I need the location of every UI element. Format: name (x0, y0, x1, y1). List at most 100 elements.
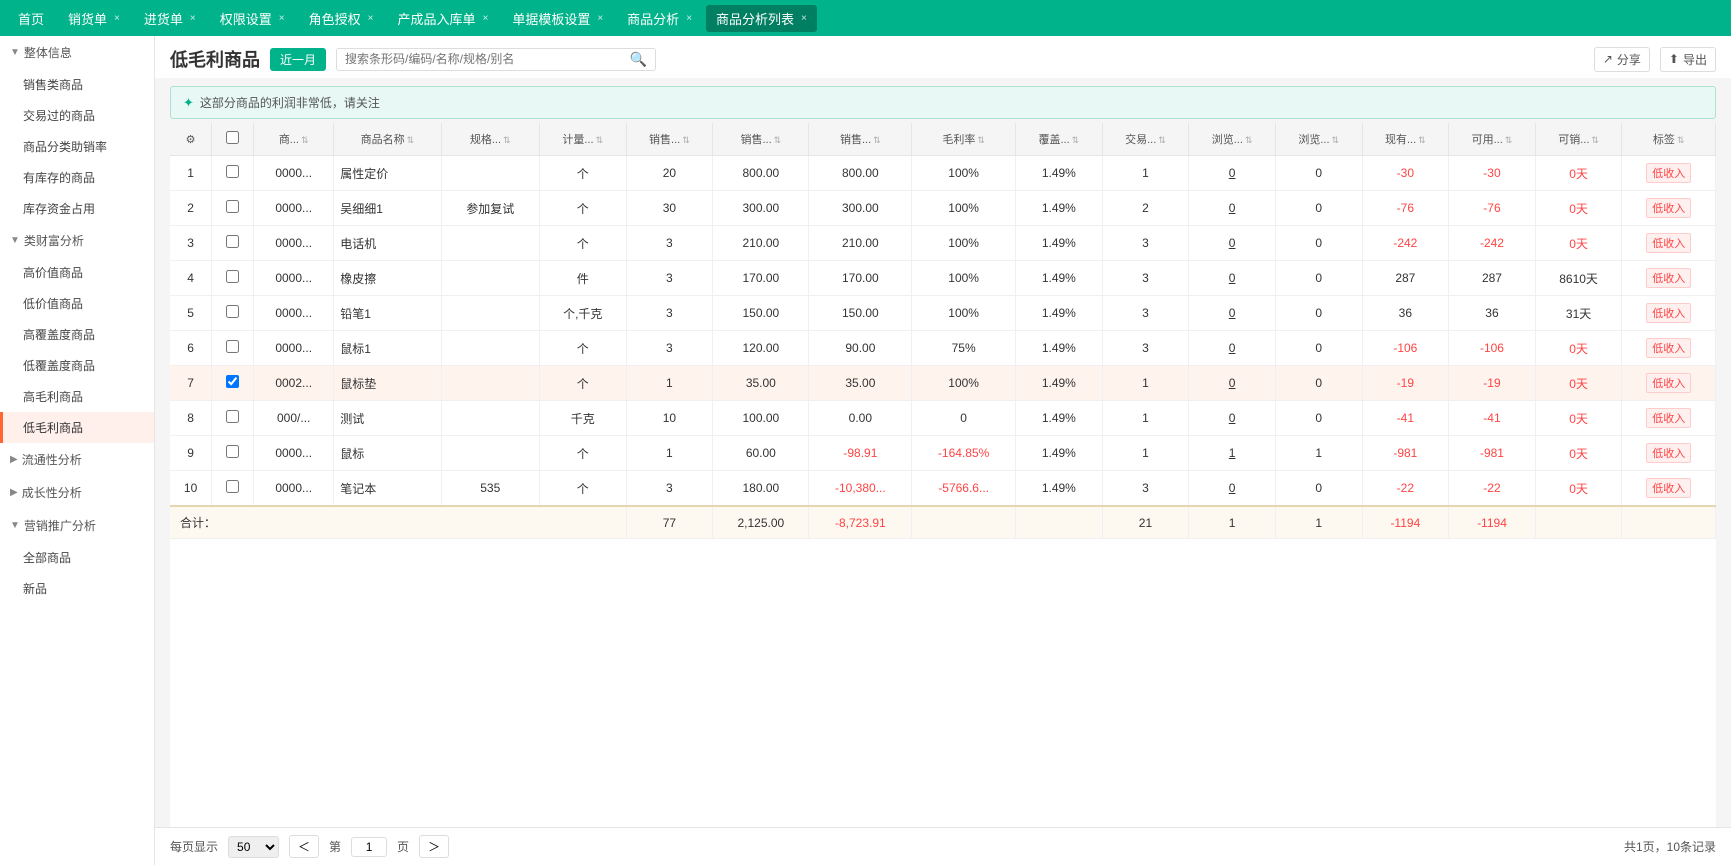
sidebar-item-traded-products[interactable]: 交易过的商品 (0, 100, 154, 131)
search-input[interactable] (345, 52, 630, 66)
export-button[interactable]: ⬆ 导出 (1660, 47, 1716, 72)
row-view1[interactable]: 0 (1189, 366, 1276, 401)
row-margin-rate: 75% (912, 331, 1016, 366)
page-size-select[interactable]: 20 50 100 (228, 836, 279, 858)
row-name[interactable]: 吴细细1 (334, 191, 441, 226)
close-icon[interactable]: × (190, 13, 196, 24)
footer-current-stock: -1194 (1362, 506, 1449, 539)
row-code: 0000... (254, 261, 334, 296)
sidebar-item-low-coverage[interactable]: 低覆盖度商品 (0, 350, 154, 381)
total-records: 共1页，10条记录 (1624, 838, 1716, 855)
sidebar-group-marketing-analysis[interactable]: ▼ 营销推广分析 (0, 509, 154, 542)
close-icon[interactable]: × (368, 13, 374, 24)
sidebar-group-overall-info[interactable]: ▼ 整体信息 (0, 36, 154, 69)
sidebar-group-liquidity-analysis[interactable]: ▶ 流通性分析 (0, 443, 154, 476)
sidebar-item-in-stock-products[interactable]: 有库存的商品 (0, 162, 154, 193)
row-view1[interactable]: 0 (1189, 191, 1276, 226)
sidebar-item-new-products[interactable]: 新品 (0, 573, 154, 604)
row-view1[interactable]: 0 (1189, 261, 1276, 296)
close-icon[interactable]: × (801, 13, 807, 24)
row-checkbox[interactable] (212, 156, 254, 191)
sidebar-item-sales-products[interactable]: 销售类商品 (0, 69, 154, 100)
close-icon[interactable]: × (597, 13, 603, 24)
chevron-down-icon: ▼ (10, 520, 20, 531)
nav-permission-settings[interactable]: 权限设置 × (210, 5, 295, 32)
prev-page-button[interactable]: ＜ (289, 835, 319, 858)
nav-purchase-order[interactable]: 进货单 × (134, 5, 206, 32)
row-checkbox[interactable] (212, 436, 254, 471)
row-checkbox[interactable] (212, 366, 254, 401)
row-unit: 个 (539, 191, 626, 226)
row-name[interactable]: 橡皮擦 (334, 261, 441, 296)
sidebar-item-high-coverage[interactable]: 高覆盖度商品 (0, 319, 154, 350)
row-view1[interactable]: 0 (1189, 401, 1276, 436)
row-unit: 个 (539, 471, 626, 507)
row-saleable-days: 31天 (1535, 296, 1622, 331)
sidebar-item-high-value[interactable]: 高价值商品 (0, 257, 154, 288)
nav-product-analysis[interactable]: 商品分析 × (617, 5, 702, 32)
row-view1[interactable]: 0 (1189, 296, 1276, 331)
row-name[interactable]: 测试 (334, 401, 441, 436)
filter-recent-month-button[interactable]: 近一月 (270, 48, 326, 71)
row-name[interactable]: 鼠标垫 (334, 366, 441, 401)
col-settings[interactable]: ⚙ (170, 123, 212, 156)
row-view1[interactable]: 0 (1189, 471, 1276, 507)
row-available: -242 (1449, 226, 1536, 261)
search-icon[interactable]: 🔍 (630, 51, 647, 68)
close-icon[interactable]: × (114, 13, 120, 24)
header-actions: ↗ 分享 ⬆ 导出 (1594, 47, 1716, 72)
sidebar-item-high-margin[interactable]: 高毛利商品 (0, 381, 154, 412)
sidebar-group-growth-analysis[interactable]: ▶ 成长性分析 (0, 476, 154, 509)
row-current-stock: -22 (1362, 471, 1449, 507)
row-checkbox[interactable] (212, 296, 254, 331)
row-unit: 个 (539, 331, 626, 366)
row-view1[interactable]: 1 (1189, 436, 1276, 471)
close-icon[interactable]: × (686, 13, 692, 24)
row-trade-count: 3 (1102, 296, 1189, 331)
row-checkbox[interactable] (212, 331, 254, 366)
close-icon[interactable]: × (279, 13, 285, 24)
sidebar-group-wealth-analysis[interactable]: ▼ 类财富分析 (0, 224, 154, 257)
nav-product-inbound[interactable]: 产成品入库单 × (387, 5, 498, 32)
sidebar-item-low-margin[interactable]: 低毛利商品 (0, 412, 154, 443)
row-sales-price: 800.00 (713, 156, 809, 191)
select-all-checkbox[interactable] (226, 131, 239, 144)
row-sales-price: 170.00 (713, 261, 809, 296)
nav-template-settings[interactable]: 单据模板设置 × (502, 5, 613, 32)
row-checkbox[interactable] (212, 191, 254, 226)
next-page-button[interactable]: ＞ (419, 835, 449, 858)
row-name[interactable]: 属性定价 (334, 156, 441, 191)
row-name[interactable]: 电话机 (334, 226, 441, 261)
table-row: 9 0000... 鼠标 个 1 60.00 -98.91 -164.85% 1… (170, 436, 1716, 471)
page-number-input[interactable] (351, 837, 387, 857)
col-name: 商品名称⇅ (334, 123, 441, 156)
row-spec (441, 226, 539, 261)
share-button[interactable]: ↗ 分享 (1594, 47, 1650, 72)
row-view1[interactable]: 0 (1189, 331, 1276, 366)
row-view1[interactable]: 0 (1189, 226, 1276, 261)
row-name[interactable]: 铅笔1 (334, 296, 441, 331)
row-code: 0000... (254, 191, 334, 226)
footer-available: -1194 (1449, 506, 1536, 539)
row-tag: 低收入 (1622, 226, 1716, 261)
sidebar-item-all-products[interactable]: 全部商品 (0, 542, 154, 573)
sidebar-item-category-sales-rate[interactable]: 商品分类助销率 (0, 131, 154, 162)
row-view2: 0 (1275, 401, 1362, 436)
row-current-stock: -30 (1362, 156, 1449, 191)
page-header: 低毛利商品 近一月 🔍 ↗ 分享 ⬆ 导出 (155, 36, 1731, 78)
row-name[interactable]: 鼠标1 (334, 331, 441, 366)
row-checkbox[interactable] (212, 226, 254, 261)
row-checkbox[interactable] (212, 401, 254, 436)
row-name[interactable]: 鼠标 (334, 436, 441, 471)
row-checkbox[interactable] (212, 471, 254, 507)
row-view1[interactable]: 0 (1189, 156, 1276, 191)
nav-home[interactable]: 首页 (8, 5, 54, 32)
nav-role-auth[interactable]: 角色授权 × (299, 5, 384, 32)
nav-product-analysis-list[interactable]: 商品分析列表 × (706, 5, 817, 32)
row-checkbox[interactable] (212, 261, 254, 296)
close-icon[interactable]: × (482, 13, 488, 24)
sidebar-item-low-value[interactable]: 低价值商品 (0, 288, 154, 319)
nav-sales-order[interactable]: 销货单 × (58, 5, 130, 32)
row-name[interactable]: 笔记本 (334, 471, 441, 507)
sidebar-item-inventory-capital[interactable]: 库存资金占用 (0, 193, 154, 224)
